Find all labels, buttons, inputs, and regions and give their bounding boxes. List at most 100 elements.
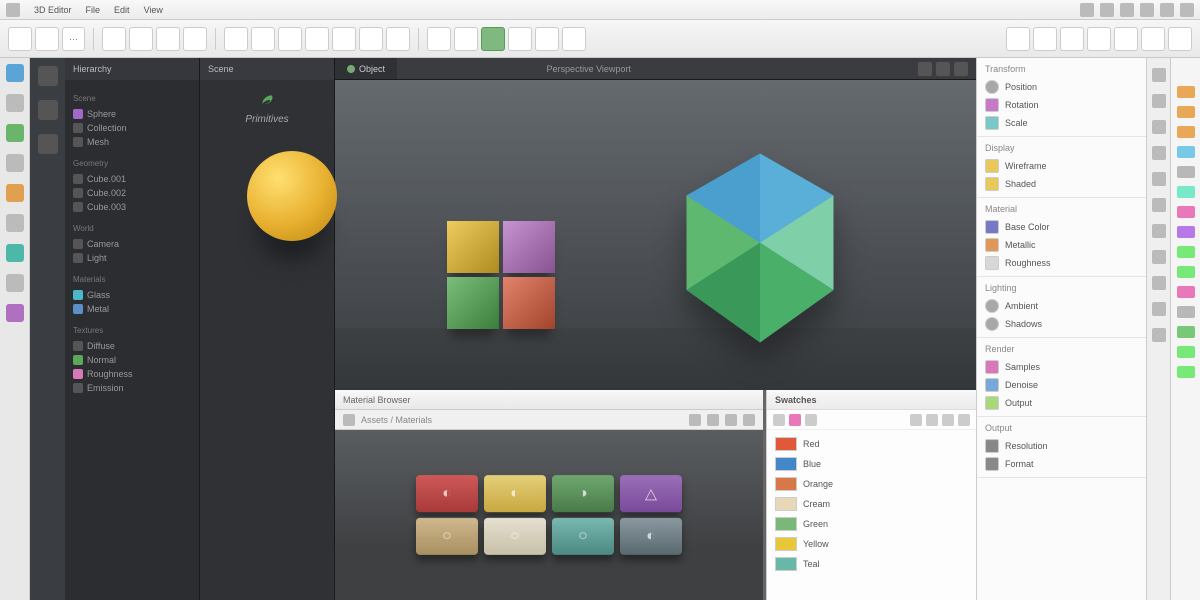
viewport-3d[interactable] xyxy=(335,80,976,390)
tool-open-icon[interactable] xyxy=(35,27,59,51)
tab-object[interactable]: Object xyxy=(335,58,397,79)
edge-swatch[interactable] xyxy=(1177,366,1195,378)
edge-swatch[interactable] xyxy=(1177,206,1195,218)
palette-tool-icon[interactable] xyxy=(942,414,954,426)
tab-viewport[interactable]: Perspective Viewport xyxy=(535,58,643,79)
edge-swatch[interactable] xyxy=(1177,146,1195,158)
hierarchy-item[interactable]: Collection xyxy=(67,121,197,135)
edge-swatch[interactable] xyxy=(1177,306,1195,318)
inspector-row[interactable]: Position xyxy=(985,78,1138,96)
inspector-row[interactable]: Base Color xyxy=(985,218,1138,236)
activity-icon[interactable] xyxy=(6,184,24,202)
settings-icon[interactable] xyxy=(1006,27,1030,51)
material-swatch[interactable]: ◐ xyxy=(416,475,478,512)
strip-icon[interactable] xyxy=(1152,120,1166,134)
strip-icon[interactable] xyxy=(1152,94,1166,108)
cube-yellow[interactable] xyxy=(447,221,499,273)
filter-icon[interactable] xyxy=(725,414,737,426)
apple-icon[interactable] xyxy=(6,3,20,17)
menu-edit[interactable]: Edit xyxy=(114,5,130,15)
activity-icon[interactable] xyxy=(6,214,24,232)
hierarchy-item[interactable]: Glass xyxy=(67,288,197,302)
strip-icon[interactable] xyxy=(1152,68,1166,82)
grid-icon[interactable] xyxy=(224,27,248,51)
asset-path[interactable]: Assets / Materials xyxy=(361,415,432,425)
list-view-icon[interactable] xyxy=(707,414,719,426)
layout-icon[interactable] xyxy=(305,27,329,51)
hierarchy-item[interactable]: Light xyxy=(67,251,197,265)
sphere-object[interactable] xyxy=(247,151,337,241)
inspector-row[interactable]: Format xyxy=(985,455,1138,473)
material-swatch[interactable]: ○ xyxy=(552,518,614,555)
tray-icon[interactable] xyxy=(1140,3,1154,17)
scale-tool-icon[interactable] xyxy=(38,134,58,154)
activity-icon[interactable] xyxy=(6,244,24,262)
material-swatch[interactable]: ◑ xyxy=(552,475,614,512)
menu-file[interactable]: File xyxy=(86,5,101,15)
palette-tool-icon[interactable] xyxy=(789,414,801,426)
cube-purple[interactable] xyxy=(503,221,555,273)
hierarchy-item[interactable]: Cube.002 xyxy=(67,186,197,200)
panel-icon[interactable] xyxy=(427,27,451,51)
settings-icon[interactable] xyxy=(1168,27,1192,51)
viewport-option-icon[interactable] xyxy=(954,62,968,76)
hierarchy-item[interactable]: Metal xyxy=(67,302,197,316)
edge-swatch[interactable] xyxy=(1177,106,1195,118)
inspector-row[interactable]: Resolution xyxy=(985,437,1138,455)
grid-view-icon[interactable] xyxy=(689,414,701,426)
folder-icon[interactable] xyxy=(343,414,355,426)
polyhedron-object[interactable] xyxy=(655,143,865,358)
material-swatch[interactable]: △ xyxy=(620,475,682,512)
activity-icon[interactable] xyxy=(6,274,24,292)
viewport-option-icon[interactable] xyxy=(936,62,950,76)
align-left-icon[interactable] xyxy=(102,27,126,51)
palette-tool-icon[interactable] xyxy=(805,414,817,426)
help-icon[interactable] xyxy=(1060,27,1084,51)
asset-preview[interactable]: ◐ ◐ ◑ △ ○ ○ ○ ◐ xyxy=(335,430,763,600)
viewport-option-icon[interactable] xyxy=(918,62,932,76)
rotate-tool-icon[interactable] xyxy=(38,100,58,120)
strip-icon[interactable] xyxy=(1152,172,1166,186)
hierarchy-item[interactable]: Cube.003 xyxy=(67,200,197,214)
palette-tool-icon[interactable] xyxy=(773,414,785,426)
color-row[interactable]: Orange xyxy=(771,474,972,494)
move-tool-icon[interactable] xyxy=(38,66,58,86)
tool-new-icon[interactable] xyxy=(8,27,32,51)
activity-icon[interactable] xyxy=(6,94,24,112)
panel-icon[interactable] xyxy=(508,27,532,51)
hierarchy-item[interactable]: Normal xyxy=(67,353,197,367)
edge-swatch[interactable] xyxy=(1177,286,1195,298)
columns-icon[interactable] xyxy=(278,27,302,51)
menu-view[interactable]: View xyxy=(144,5,163,15)
edge-swatch[interactable] xyxy=(1177,126,1195,138)
inspector-row[interactable]: Scale xyxy=(985,114,1138,132)
color-row[interactable]: Cream xyxy=(771,494,972,514)
material-swatch[interactable]: ◐ xyxy=(620,518,682,555)
material-swatch[interactable]: ○ xyxy=(484,518,546,555)
inspector-row[interactable]: Metallic xyxy=(985,236,1138,254)
strip-icon[interactable] xyxy=(1152,224,1166,238)
strip-icon[interactable] xyxy=(1152,198,1166,212)
activity-icon[interactable] xyxy=(6,124,24,142)
inspector-row[interactable]: Output xyxy=(985,394,1138,412)
settings-icon[interactable] xyxy=(1141,27,1165,51)
hierarchy-item[interactable]: Camera xyxy=(67,237,197,251)
activity-explorer-icon[interactable] xyxy=(6,64,24,82)
hierarchy-item[interactable]: Sphere xyxy=(67,107,197,121)
tray-icon[interactable] xyxy=(1080,3,1094,17)
settings-icon[interactable] xyxy=(1114,27,1138,51)
edge-swatch[interactable] xyxy=(1177,86,1195,98)
panel-icon[interactable] xyxy=(454,27,478,51)
inspector-row[interactable]: Rotation xyxy=(985,96,1138,114)
palette-tool-icon[interactable] xyxy=(926,414,938,426)
hierarchy-item[interactable]: Diffuse xyxy=(67,339,197,353)
strip-icon[interactable] xyxy=(1152,302,1166,316)
edge-swatch[interactable] xyxy=(1177,246,1195,258)
color-row[interactable]: Red xyxy=(771,434,972,454)
inspector-row[interactable]: Samples xyxy=(985,358,1138,376)
strip-icon[interactable] xyxy=(1152,276,1166,290)
cube-red[interactable] xyxy=(503,277,555,329)
color-row[interactable]: Yellow xyxy=(771,534,972,554)
inspector-row[interactable]: Denoise xyxy=(985,376,1138,394)
palette-tool-icon[interactable] xyxy=(958,414,970,426)
